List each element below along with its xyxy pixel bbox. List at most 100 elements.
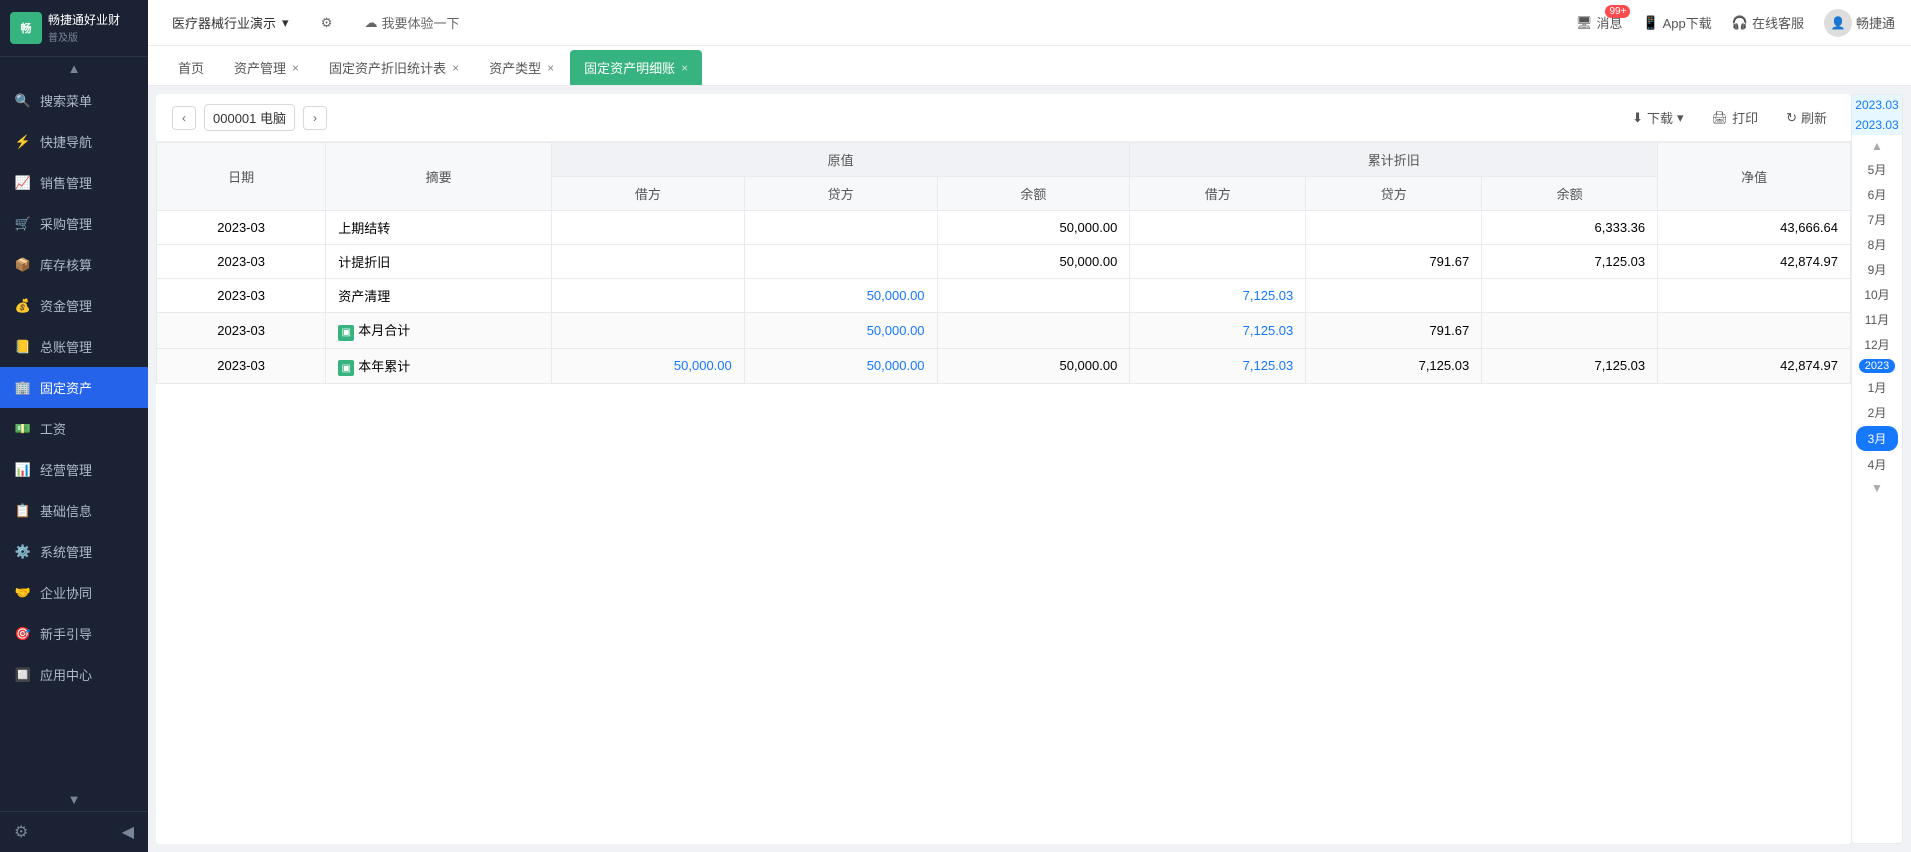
sidebar-item-payroll[interactable]: 💵 工资 [0, 408, 148, 449]
cell-orig-balance: 50,000.00 [937, 211, 1130, 245]
sidebar-item-quicknav[interactable]: ⚡ 快捷导航 [0, 121, 148, 162]
asset-next-button[interactable]: › [303, 106, 327, 130]
sidebar-item-operations[interactable]: 📊 经营管理 [0, 449, 148, 490]
asset-code-display: 000001 电脑 [204, 104, 295, 131]
cell-dep-balance [1482, 279, 1658, 313]
cell-date: 2023-03 [157, 348, 326, 384]
settings-bottom-icon[interactable]: ⚙ [14, 822, 28, 842]
timeline-month-11[interactable]: 11月 [1852, 307, 1902, 332]
cell-orig-debit [551, 279, 744, 313]
tab-asset-detail[interactable]: 固定资产明细账 × [570, 50, 702, 85]
sidebar-item-appstore[interactable]: 🔲 应用中心 [0, 654, 148, 695]
cell-date: 2023-03 [157, 279, 326, 313]
tab-asset-detail-label: 固定资产明细账 [584, 58, 675, 77]
timeline-month-6[interactable]: 6月 [1852, 182, 1902, 207]
sidebar: 畅 畅捷通好业财 普及版 ▲ 🔍 搜索菜单 ⚡ 快捷导航 📈 销售管理 🛒 采购… [0, 0, 148, 852]
cell-dep-credit [1306, 211, 1482, 245]
tab-asset-types[interactable]: 资产类型 × [475, 50, 568, 85]
tab-asset-mgmt[interactable]: 资产管理 × [220, 50, 313, 85]
tab-asset-detail-close[interactable]: × [681, 61, 688, 75]
tab-depreciation-stats[interactable]: 固定资产折旧统计表 × [315, 50, 473, 85]
appstore-icon: 🔲 [14, 666, 32, 684]
cell-dep-balance: 7,125.03 [1482, 245, 1658, 279]
sidebar-item-label: 快捷导航 [40, 132, 92, 151]
sidebar-item-fixed-assets[interactable]: 🏢 固定资产 [0, 367, 148, 408]
sidebar-item-label: 资金管理 [40, 296, 92, 315]
sidebar-item-label: 企业协同 [40, 583, 92, 602]
timeline-month-10[interactable]: 10月 [1852, 282, 1902, 307]
bell-icon: 🖥 [1576, 15, 1593, 31]
sidebar-item-basicinfo[interactable]: 📋 基础信息 [0, 490, 148, 531]
col-net-value: 净值 [1658, 143, 1851, 211]
timeline-nav-up[interactable]: ▲ [1852, 135, 1902, 157]
cell-dep-balance [1482, 313, 1658, 349]
tab-asset-mgmt-label: 资产管理 [234, 58, 286, 77]
col-dep-debit: 借方 [1130, 177, 1306, 211]
sidebar-item-collab[interactable]: 🤝 企业协同 [0, 572, 148, 613]
toolbar-actions: ⬇ 下载 ▾ 🖨 打印 ↻ 刷新 [1624, 104, 1835, 131]
content-panel: ‹ 000001 电脑 › ⬇ 下载 ▾ 🖨 打印 ↻ [156, 94, 1851, 844]
tab-asset-types-label: 资产类型 [489, 58, 541, 77]
col-original-value: 原值 [551, 143, 1129, 177]
timeline-month-1[interactable]: 1月 [1852, 375, 1902, 400]
sidebar-item-ledger[interactable]: 📒 总账管理 [0, 326, 148, 367]
sidebar-item-label: 采购管理 [40, 214, 92, 233]
cell-orig-balance [937, 279, 1130, 313]
sidebar-item-purchase[interactable]: 🛒 采购管理 [0, 203, 148, 244]
tab-bar: 首页 资产管理 × 固定资产折旧统计表 × 资产类型 × 固定资产明细账 × [148, 46, 1911, 86]
timeline-month-5[interactable]: 5月 [1852, 157, 1902, 182]
tab-asset-mgmt-close[interactable]: × [292, 61, 299, 75]
timeline-month-3[interactable]: 3月 [1856, 426, 1898, 451]
sidebar-item-label: 系统管理 [40, 542, 92, 561]
download-button[interactable]: ⬇ 下载 ▾ [1624, 104, 1691, 131]
sidebar-item-label: 总账管理 [40, 337, 92, 356]
sidebar-scroll-up[interactable]: ▲ [0, 57, 148, 80]
print-button[interactable]: 🖨 打印 [1704, 104, 1767, 131]
cell-dep-debit: 7,125.03 [1130, 348, 1306, 384]
search-icon: 🔍 [14, 92, 32, 110]
payroll-icon: 💵 [14, 420, 32, 438]
sidebar-item-sales[interactable]: 📈 销售管理 [0, 162, 148, 203]
col-orig-balance: 余额 [937, 177, 1130, 211]
notifications-button[interactable]: 🖥 消息 99+ [1576, 13, 1623, 32]
timeline-month-9[interactable]: 9月 [1852, 257, 1902, 282]
refresh-icon: ↻ [1786, 110, 1797, 126]
sidebar-item-system[interactable]: ⚙️ 系统管理 [0, 531, 148, 572]
cell-dep-balance: 7,125.03 [1482, 348, 1658, 384]
timeline-scroll-area[interactable]: ▲ 5月 6月 7月 8月 9月 10月 11月 12月 2023 1月 2月 … [1852, 135, 1902, 843]
inventory-icon: 📦 [14, 256, 32, 274]
sidebar-item-funds[interactable]: 💰 资金管理 [0, 285, 148, 326]
user-name: 畅捷通 [1856, 13, 1895, 32]
sidebar-scroll-down[interactable]: ▼ [0, 788, 148, 811]
customer-service-button[interactable]: 🎧 在线客服 [1732, 13, 1804, 32]
cell-date: 2023-03 [157, 211, 326, 245]
sidebar-item-inventory[interactable]: 📦 库存核算 [0, 244, 148, 285]
col-orig-debit: 借方 [551, 177, 744, 211]
row-tag-icon: ▣ [338, 325, 354, 341]
timeline-month-4[interactable]: 4月 [1852, 452, 1902, 477]
sidebar-item-guide[interactable]: 🎯 新手引导 [0, 613, 148, 654]
refresh-button[interactable]: ↻ 刷新 [1778, 104, 1835, 131]
cell-net-value [1658, 313, 1851, 349]
experience-button[interactable]: ☁ 我要体验一下 [365, 13, 460, 32]
app-download-button[interactable]: 📱 App下载 [1642, 13, 1711, 32]
cell-orig-credit: 50,000.00 [744, 313, 937, 349]
top-header: 医疗器械行业演示 ▾ ⚙ ☁ 我要体验一下 🖥 消息 99+ 📱 App下载 🎧… [148, 0, 1911, 46]
timeline-month-12[interactable]: 12月 [1852, 332, 1902, 357]
tab-depreciation-stats-close[interactable]: × [452, 61, 459, 75]
company-selector[interactable]: 医疗器械行业演示 ▾ [164, 9, 297, 36]
cell-dep-debit: 7,125.03 [1130, 313, 1306, 349]
tab-asset-types-close[interactable]: × [547, 61, 554, 75]
tab-home[interactable]: 首页 [164, 50, 218, 85]
timeline-month-8[interactable]: 8月 [1852, 232, 1902, 257]
basicinfo-icon: 📋 [14, 502, 32, 520]
timeline-month-2[interactable]: 2月 [1852, 400, 1902, 425]
user-profile-button[interactable]: 👤 畅捷通 [1824, 9, 1895, 37]
header-settings-button[interactable]: ⚙ [313, 9, 341, 37]
sidebar-item-search[interactable]: 🔍 搜索菜单 [0, 80, 148, 121]
timeline-month-7[interactable]: 7月 [1852, 207, 1902, 232]
collapse-icon[interactable]: ◀ [122, 822, 134, 842]
asset-prev-button[interactable]: ‹ [172, 106, 196, 130]
cell-summary: 计提折旧 [326, 245, 552, 279]
timeline-nav-down[interactable]: ▼ [1852, 477, 1902, 499]
